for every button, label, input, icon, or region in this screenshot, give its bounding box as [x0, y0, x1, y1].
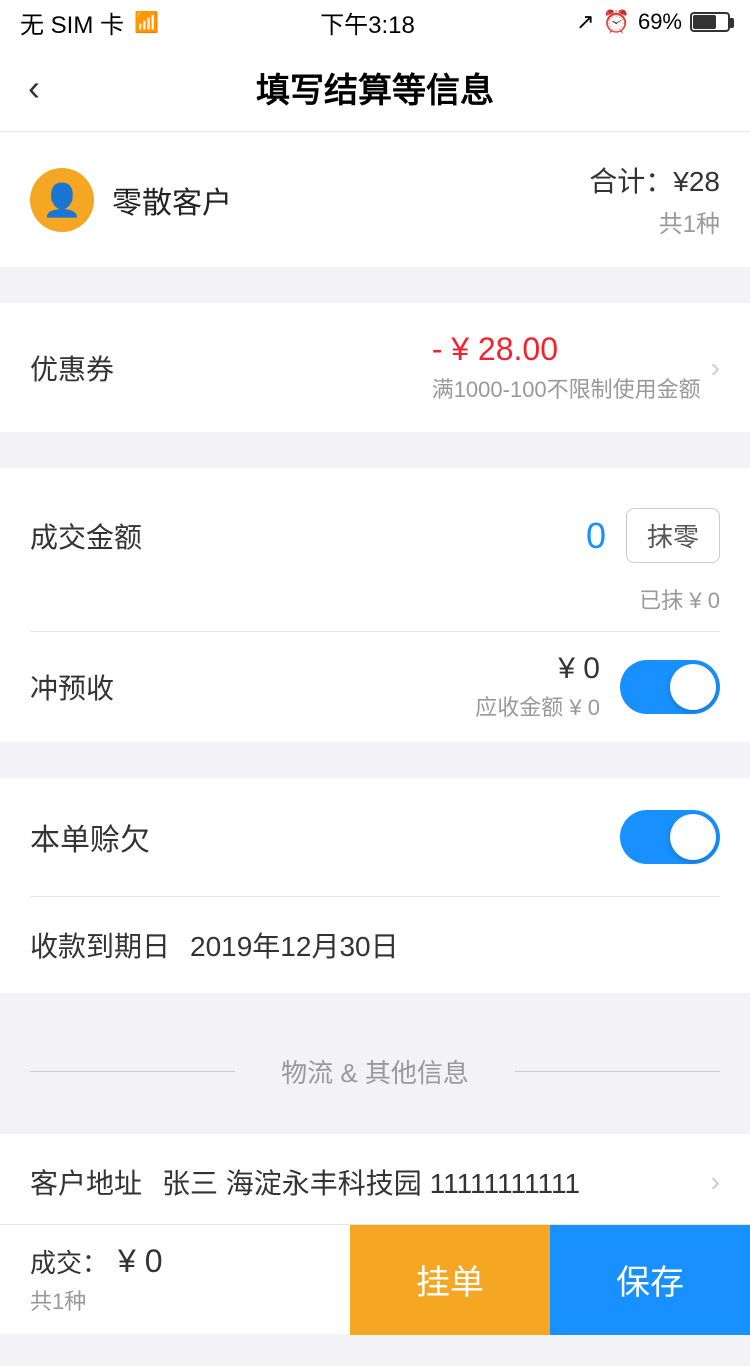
toggle-knob [670, 664, 716, 710]
amount-value-wrap: 0 抹零 [586, 508, 720, 563]
amount-value: 0 [586, 515, 606, 557]
duedate-value: 2019年12月30日 [190, 925, 399, 965]
back-button[interactable]: ‹ [28, 67, 40, 109]
debt-section: 本单赊欠 收款到期日 2019年12月30日 [0, 778, 750, 993]
coupon-value: - ¥ 28.00 [432, 331, 701, 368]
gap-2 [0, 448, 750, 468]
carrier-text: 无 SIM 卡 [20, 5, 124, 40]
duedate-label: 收款到期日 [30, 925, 170, 965]
bottom-info: 成交： ¥ 0 共1种 [0, 1243, 350, 1316]
avatar: 👤 [30, 168, 94, 232]
customer-name: 零散客户 [112, 178, 232, 222]
amount-row: 成交金额 0 抹零 [30, 488, 720, 583]
gap-3 [0, 758, 750, 778]
status-bar: 无 SIM 卡 📶 下午3:18 ↗ ⏰ 69% [0, 0, 750, 44]
hold-button[interactable]: 挂单 [350, 1225, 550, 1335]
gap-1 [0, 283, 750, 303]
debt-toggle-knob [670, 814, 716, 860]
coupon-label: 优惠券 [30, 348, 114, 388]
precollect-values: ¥ 0 应收金额 ¥ 0 [475, 652, 600, 722]
customer-left: 👤 零散客户 [30, 168, 232, 232]
bottom-bar: 成交： ¥ 0 共1种 挂单 保存 [0, 1224, 750, 1334]
coupon-desc: 满1000-100不限制使用金额 [432, 372, 701, 404]
logistics-divider: 物流 & 其他信息 [0, 1029, 750, 1114]
duedate-row: 收款到期日 2019年12月30日 [0, 897, 750, 993]
coupon-right: - ¥ 28.00 满1000-100不限制使用金额 › [432, 331, 720, 404]
save-button[interactable]: 保存 [550, 1225, 750, 1335]
bottom-deal-amount: ¥ 0 [118, 1243, 162, 1280]
address-row[interactable]: 客户地址 张三 海淀永丰科技园 11111111111 › [0, 1134, 750, 1230]
debt-label: 本单赊欠 [30, 815, 150, 859]
logistics-label: 物流 & 其他信息 [281, 1053, 469, 1090]
address-value: 张三 海淀永丰科技园 11111111111 [162, 1162, 691, 1202]
wifi-icon: 📶 [134, 10, 159, 35]
page-title: 填写结算等信息 [256, 63, 494, 112]
round-button[interactable]: 抹零 [626, 508, 720, 563]
bottom-deal-row: 成交： ¥ 0 [30, 1243, 320, 1280]
precollect-toggle[interactable] [620, 660, 720, 714]
address-chevron-icon: › [711, 1166, 720, 1198]
battery-percent: 69% [638, 9, 682, 35]
deal-amount-section: 成交金额 0 抹零 已抹 ¥ 0 冲预收 ¥ 0 应收金额 ¥ 0 [0, 468, 750, 742]
customer-row: 👤 零散客户 合计：¥28 共1种 [0, 132, 750, 267]
precollect-row: 冲预收 ¥ 0 应收金额 ¥ 0 [0, 632, 750, 742]
battery-icon [690, 12, 730, 32]
avatar-icon: 👤 [42, 181, 82, 219]
alarm-icon: ⏰ [603, 9, 630, 35]
coupon-chevron-icon: › [711, 352, 720, 384]
coupon-row[interactable]: 优惠券 - ¥ 28.00 满1000-100不限制使用金额 › [0, 303, 750, 432]
status-time: 下午3:18 [320, 5, 415, 40]
address-section[interactable]: 客户地址 张三 海淀永丰科技园 11111111111 › [0, 1134, 750, 1230]
content: 👤 零散客户 合计：¥28 共1种 优惠券 - ¥ 28.00 满1000-10… [0, 132, 750, 1366]
customer-right: 合计：¥28 共1种 [589, 160, 720, 239]
total-count: 共1种 [589, 204, 720, 239]
customer-section: 👤 零散客户 合计：¥28 共1种 [0, 132, 750, 267]
coupon-value-wrap: - ¥ 28.00 满1000-100不限制使用金额 [432, 331, 701, 404]
amount-sub: 已抹 ¥ 0 [30, 583, 720, 631]
precollect-label: 冲预收 [30, 667, 114, 707]
precollect-main-value: ¥ 0 [475, 652, 600, 686]
address-label: 客户地址 [30, 1162, 142, 1202]
debt-row: 本单赊欠 [0, 778, 750, 896]
status-left: 无 SIM 卡 📶 [20, 5, 159, 40]
nav-bar: ‹ 填写结算等信息 [0, 44, 750, 132]
precollect-right: ¥ 0 应收金额 ¥ 0 [475, 652, 720, 722]
amount-section-inner: 成交金额 0 抹零 已抹 ¥ 0 [0, 468, 750, 631]
gap-4 [0, 1009, 750, 1029]
amount-label: 成交金额 [30, 516, 142, 556]
coupon-section[interactable]: 优惠券 - ¥ 28.00 满1000-100不限制使用金额 › [0, 303, 750, 432]
bottom-count: 共1种 [30, 1284, 320, 1316]
total-label: 合计：¥28 [589, 160, 720, 200]
gap-5 [0, 1114, 750, 1134]
status-right: ↗ ⏰ 69% [576, 9, 730, 35]
debt-toggle[interactable] [620, 810, 720, 864]
precollect-sub-value: 应收金额 ¥ 0 [475, 690, 600, 722]
bottom-deal-label: 成交： [30, 1243, 108, 1280]
location-icon: ↗ [576, 9, 594, 35]
